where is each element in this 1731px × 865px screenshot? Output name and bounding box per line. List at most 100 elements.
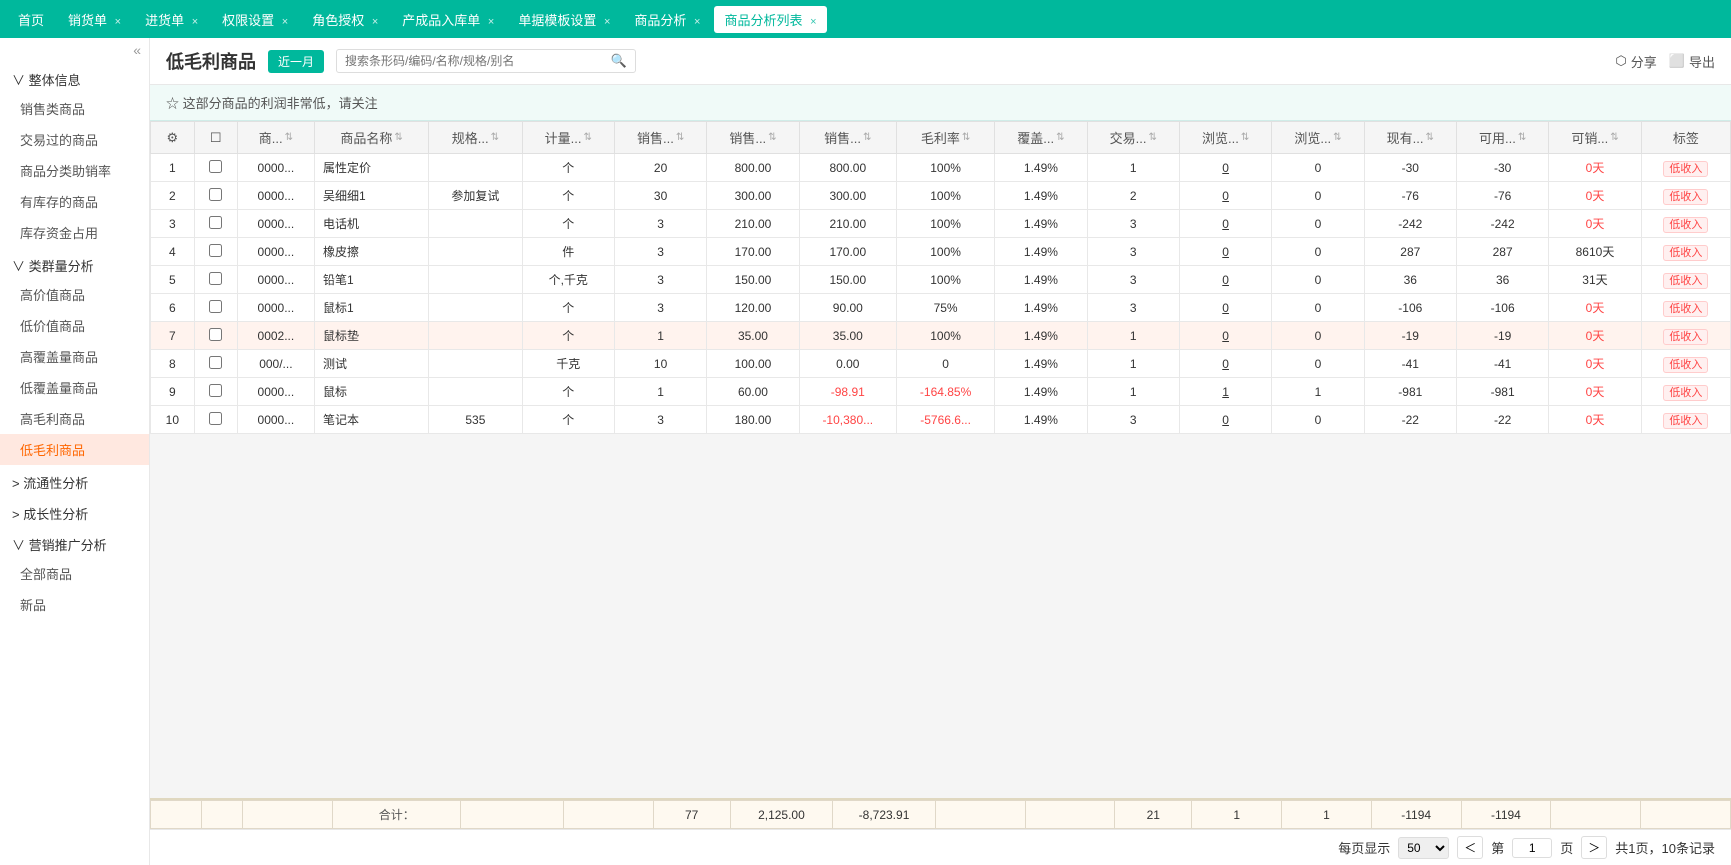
row-checkbox[interactable] (209, 412, 222, 425)
close-icon[interactable]: × (115, 16, 121, 28)
col-sales1[interactable]: 销售... ⇅ (614, 122, 706, 154)
col-available[interactable]: 可用... ⇅ (1456, 122, 1548, 154)
search-input[interactable] (345, 54, 607, 68)
cell-checkbox[interactable] (194, 266, 237, 294)
cell-checkbox[interactable] (194, 238, 237, 266)
sidebar-item-sales-goods[interactable]: 销售类商品 (0, 93, 149, 124)
cell-checkbox[interactable] (194, 378, 237, 406)
col-name[interactable]: 商品名称 ⇅ (314, 122, 428, 154)
row-checkbox[interactable] (209, 356, 222, 369)
cell-browse1[interactable]: 0 (1179, 406, 1271, 434)
sidebar-item-high-coverage[interactable]: 高覆盖量商品 (0, 341, 149, 372)
cell-browse1[interactable]: 0 (1179, 210, 1271, 238)
cell-browse1[interactable]: 0 (1179, 238, 1271, 266)
close-icon[interactable]: × (694, 16, 700, 28)
close-icon[interactable]: × (604, 16, 610, 28)
sidebar-item-low-margin[interactable]: 低毛利商品 (0, 434, 149, 465)
nav-home[interactable]: 首页 (8, 6, 54, 33)
col-unit[interactable]: 计量... ⇅ (522, 122, 614, 154)
sidebar-item-capital-usage[interactable]: 库存资金占用 (0, 217, 149, 248)
close-icon[interactable]: × (372, 16, 378, 28)
share-btn[interactable]: ⬡ 分享 (1615, 52, 1656, 71)
sidebar-group-overall[interactable]: ∨ 整体信息 (0, 62, 149, 93)
row-checkbox[interactable] (209, 188, 222, 201)
sidebar-item-traded-goods[interactable]: 交易过的商品 (0, 124, 149, 155)
sidebar-group-marketing[interactable]: ∨ 营销推广分析 (0, 527, 149, 558)
sidebar-collapse-btn[interactable]: « (0, 38, 149, 62)
close-icon[interactable]: × (488, 16, 494, 28)
cell-checkbox[interactable] (194, 154, 237, 182)
filter-recent-month-btn[interactable]: 近一月 (268, 50, 324, 73)
row-checkbox[interactable] (209, 300, 222, 313)
col-current[interactable]: 现有... ⇅ (1364, 122, 1456, 154)
col-settings[interactable]: ⚙ (151, 122, 195, 154)
row-checkbox[interactable] (209, 216, 222, 229)
cell-checkbox[interactable] (194, 406, 237, 434)
sidebar-group-cluster[interactable]: ∨ 类群量分析 (0, 248, 149, 279)
cell-sales2: 100.00 (707, 350, 799, 378)
row-checkbox[interactable] (209, 272, 222, 285)
col-browse1[interactable]: 浏览... ⇅ (1179, 122, 1271, 154)
cell-browse1[interactable]: 0 (1179, 322, 1271, 350)
close-icon[interactable]: × (192, 16, 198, 28)
col-coverage[interactable]: 覆盖... ⇅ (995, 122, 1087, 154)
nav-template[interactable]: 单据模板设置 × (508, 6, 620, 33)
col-code[interactable]: 商... ⇅ (237, 122, 314, 154)
sidebar-item-all-goods[interactable]: 全部商品 (0, 558, 149, 589)
col-sales2[interactable]: 销售... ⇅ (707, 122, 799, 154)
cell-checkbox[interactable] (194, 210, 237, 238)
row-checkbox[interactable] (209, 328, 222, 341)
cell-checkbox[interactable] (194, 322, 237, 350)
per-page-select[interactable]: 50 100 200 (1398, 837, 1449, 859)
cell-available: 287 (1456, 238, 1548, 266)
close-icon[interactable]: × (282, 16, 288, 28)
sidebar-item-low-coverage[interactable]: 低覆盖量商品 (0, 372, 149, 403)
cell-name: 电话机 (314, 210, 428, 238)
cell-spec (429, 154, 522, 182)
cell-browse1[interactable]: 0 (1179, 154, 1271, 182)
next-page-btn[interactable]: ＞ (1581, 836, 1607, 859)
nav-role-auth[interactable]: 角色授权 × (302, 6, 388, 33)
cell-trade: 1 (1087, 322, 1179, 350)
nav-product-analysis[interactable]: 商品分析 × (624, 6, 710, 33)
sidebar-item-in-stock[interactable]: 有库存的商品 (0, 186, 149, 217)
cell-checkbox[interactable] (194, 350, 237, 378)
sidebar-item-high-value[interactable]: 高价值商品 (0, 279, 149, 310)
cell-no: 9 (151, 378, 195, 406)
row-checkbox[interactable] (209, 160, 222, 173)
sidebar-group-growth[interactable]: > 成长性分析 (0, 496, 149, 527)
nav-sales-order[interactable]: 销货单 × (58, 6, 131, 33)
export-btn[interactable]: ⬜ 导出 (1669, 52, 1715, 71)
sidebar-item-high-margin[interactable]: 高毛利商品 (0, 403, 149, 434)
nav-permission[interactable]: 权限设置 × (212, 6, 298, 33)
nav-purchase-order[interactable]: 进货单 × (135, 6, 208, 33)
col-spec[interactable]: 规格... ⇅ (429, 122, 522, 154)
sidebar-group-circulation[interactable]: > 流通性分析 (0, 465, 149, 496)
col-sellable[interactable]: 可销... ⇅ (1549, 122, 1641, 154)
cell-checkbox[interactable] (194, 182, 237, 210)
sidebar-item-new-goods[interactable]: 新品 (0, 589, 149, 620)
cell-trade: 3 (1087, 210, 1179, 238)
row-checkbox[interactable] (209, 384, 222, 397)
prev-page-btn[interactable]: ＜ (1457, 836, 1483, 859)
cell-browse1[interactable]: 0 (1179, 266, 1271, 294)
cell-browse1[interactable]: 0 (1179, 294, 1271, 322)
col-sales3[interactable]: 销售... ⇅ (799, 122, 896, 154)
col-trade[interactable]: 交易... ⇅ (1087, 122, 1179, 154)
row-checkbox[interactable] (209, 244, 222, 257)
cell-checkbox[interactable] (194, 294, 237, 322)
cell-browse1[interactable]: 0 (1179, 350, 1271, 378)
nav-product-entry[interactable]: 产成品入库单 × (392, 6, 504, 33)
cell-sales3: 0.00 (799, 350, 896, 378)
nav-product-analysis-list[interactable]: 商品分析列表 × (714, 6, 826, 33)
cell-browse1[interactable]: 1 (1179, 378, 1271, 406)
sidebar-item-category-rate[interactable]: 商品分类助销率 (0, 155, 149, 186)
current-page-input[interactable] (1512, 838, 1552, 858)
col-checkbox[interactable]: ☐ (194, 122, 237, 154)
close-icon[interactable]: × (810, 16, 816, 28)
search-icon[interactable]: 🔍 (611, 53, 627, 69)
cell-browse1[interactable]: 0 (1179, 182, 1271, 210)
col-margin[interactable]: 毛利率 ⇅ (896, 122, 994, 154)
col-browse2[interactable]: 浏览... ⇅ (1272, 122, 1364, 154)
sidebar-item-low-value[interactable]: 低价值商品 (0, 310, 149, 341)
